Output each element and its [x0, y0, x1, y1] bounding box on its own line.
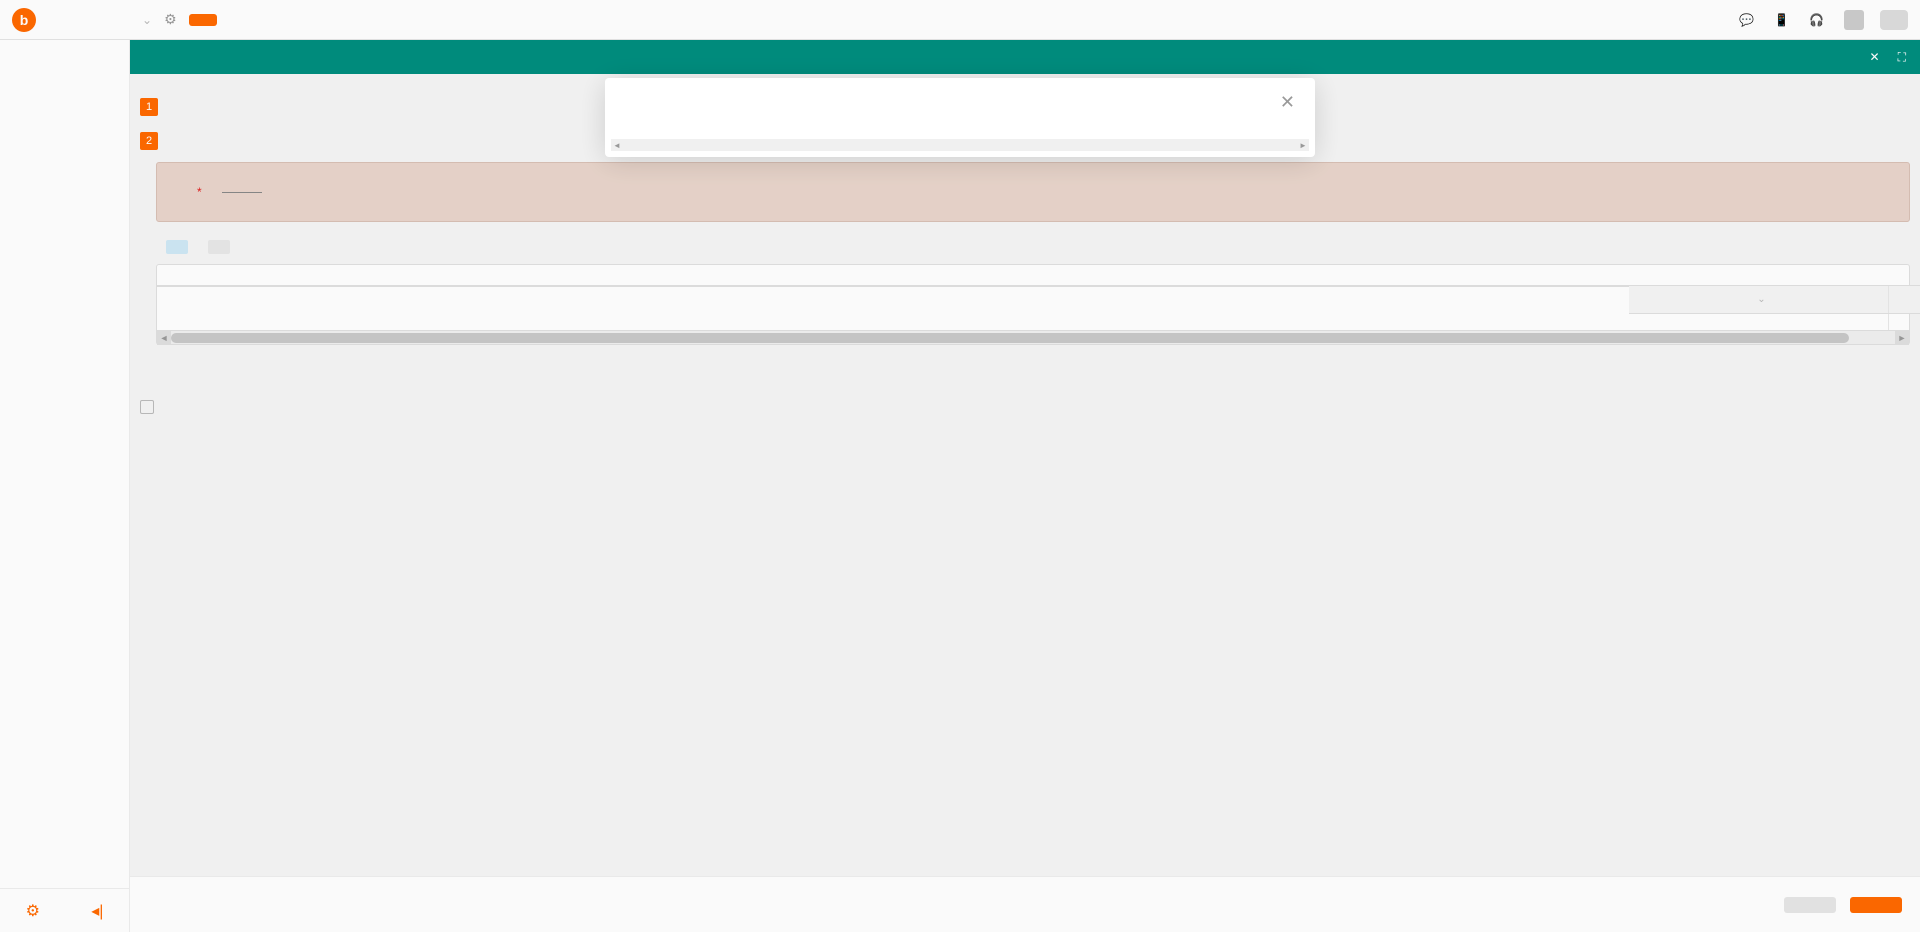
modal-horizontal-scrollbar[interactable] — [611, 139, 1309, 151]
modal-close-button[interactable]: ✕ — [1280, 92, 1295, 113]
modal-header: ✕ — [605, 78, 1315, 127]
modal-body[interactable] — [605, 127, 1315, 139]
field-selection-modal: ✕ — [605, 78, 1315, 157]
